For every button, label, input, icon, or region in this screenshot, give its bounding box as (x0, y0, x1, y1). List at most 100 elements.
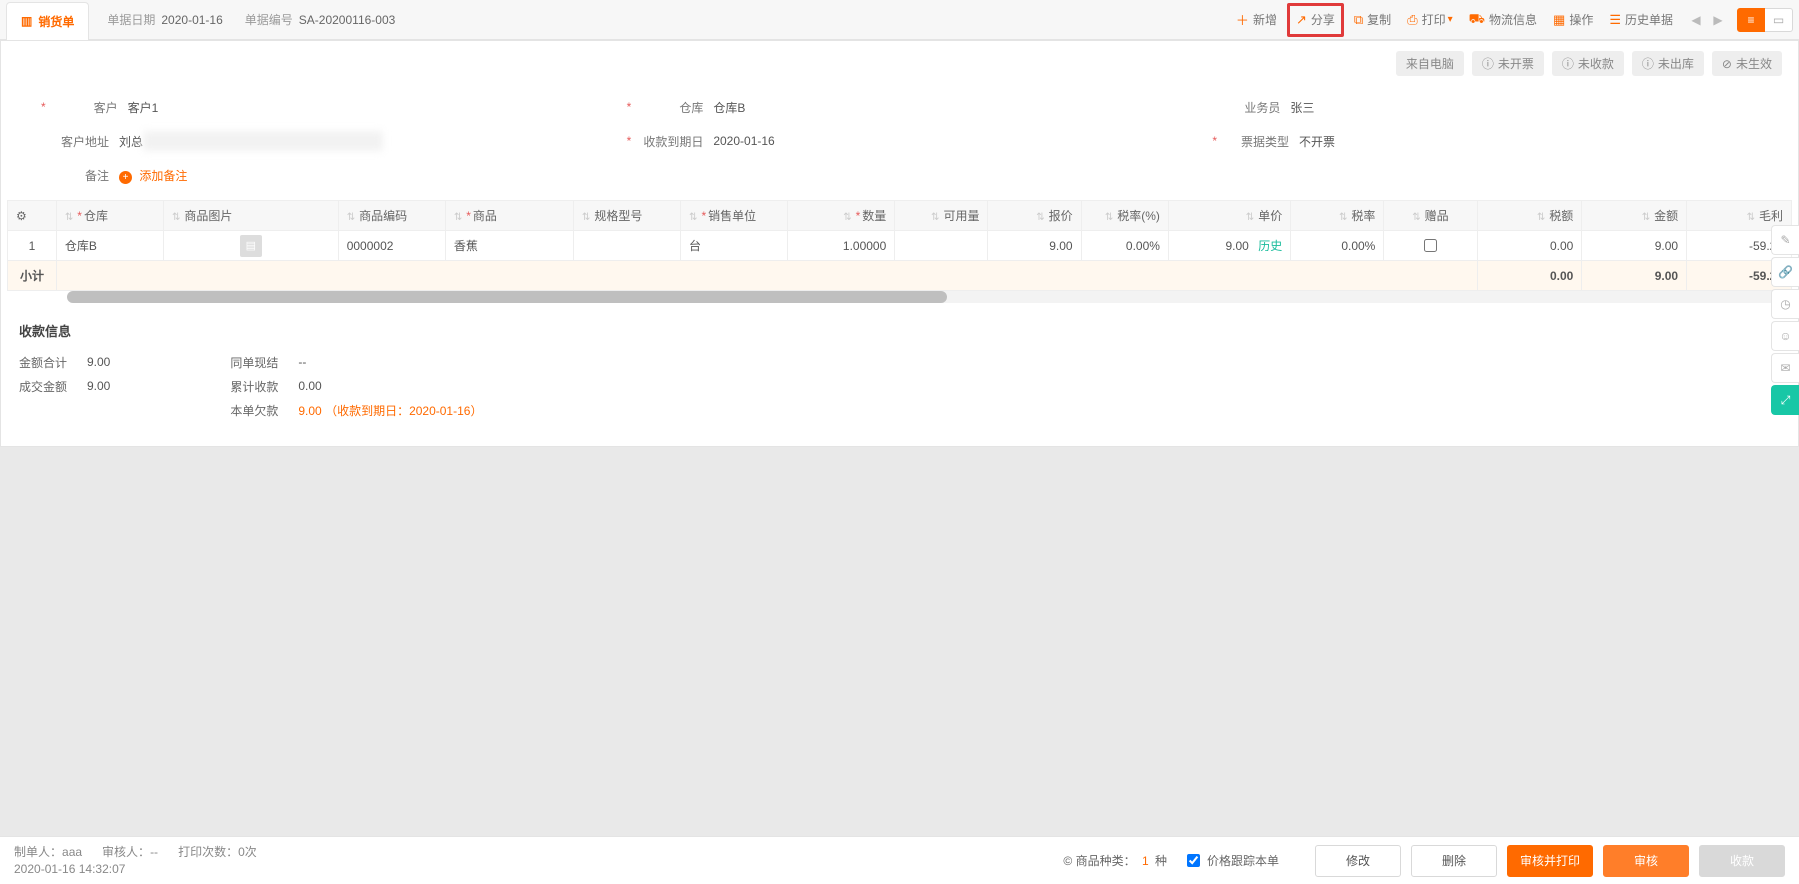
rail-user-icon[interactable]: ☺ (1771, 321, 1799, 351)
print-icon: ⎙ (1407, 12, 1417, 28)
paydue-value[interactable]: 2020-01-16 (713, 134, 774, 148)
view-card[interactable]: ▭ (1765, 8, 1793, 32)
operate-button[interactable]: ▦ 操作 (1545, 6, 1601, 34)
owe-amount: 9.00 （收款到期日：2020-01-16） (298, 402, 482, 419)
col-spec[interactable]: ⇅规格型号 (573, 201, 680, 231)
price-history-link[interactable]: 历史 (1258, 239, 1282, 253)
col-gift[interactable]: ⇅赠品 (1384, 201, 1477, 231)
share-button[interactable]: ↗ 分享 (1287, 3, 1344, 37)
edit-button[interactable]: 修改 (1315, 845, 1401, 877)
plus-icon: ＋ (1236, 10, 1249, 29)
plus-circle-icon: + (119, 171, 132, 184)
gear-icon: ⚙ (16, 209, 27, 223)
history-button[interactable]: ☰ 历史单据 (1601, 6, 1681, 34)
badge-inactive: ⊘ 未生效 (1712, 51, 1782, 76)
price-follow-checkbox[interactable]: 价格跟踪本单 (1183, 851, 1279, 870)
share-icon: ↗ (1296, 12, 1307, 28)
customer-value[interactable]: 客户1 (128, 99, 159, 116)
delete-button[interactable]: 删除 (1411, 845, 1497, 877)
field-address: 客户地址 刘总 (41, 124, 587, 158)
view-detail[interactable]: ≡ (1737, 8, 1765, 32)
gift-checkbox[interactable] (1424, 239, 1437, 252)
col-settings[interactable]: ⚙ (8, 201, 57, 231)
rail-clock-icon[interactable]: ◷ (1771, 289, 1799, 319)
warehouse-value[interactable]: 仓库B (713, 99, 745, 116)
doc-tab-title: 销货单 (38, 13, 74, 30)
table-row[interactable]: 1 仓库B ▤ 0000002 香蕉 台 1.00000 9.00 0.00% … (8, 231, 1792, 261)
doc-icon: ▥ (21, 14, 32, 28)
chevron-down-icon: ▾ (1448, 14, 1453, 25)
col-product[interactable]: ⇅*商品 (445, 201, 573, 231)
doc-form: * 客户 客户1 * 仓库 仓库B 业务员 张三 客户地址 刘总 * 收款到期日… (1, 76, 1798, 200)
doc-no-value: SA-20200116-003 (299, 13, 396, 27)
field-salesman: 业务员 张三 (1212, 90, 1758, 124)
logistics-button[interactable]: ⛟ 物流信息 (1461, 6, 1545, 34)
payment-title: 收款信息 (19, 321, 1780, 340)
field-paydue: * 收款到期日 2020-01-16 (627, 124, 1173, 158)
rail-chat-icon[interactable]: ✉ (1771, 353, 1799, 383)
view-toggle: ≡ ▭ (1737, 8, 1793, 32)
new-button[interactable]: ＋ 新增 (1228, 6, 1285, 34)
add-remark-button[interactable]: + 添加备注 (119, 167, 187, 184)
invoice-value[interactable]: 不开票 (1299, 133, 1335, 150)
field-warehouse: * 仓库 仓库B (627, 90, 1173, 124)
image-thumb[interactable]: ▤ (240, 235, 262, 257)
main-panel: 来自电脑 ⓘ 未开票 ⓘ 未收款 ⓘ 未出库 ⊘ 未生效 * 客户 客户1 * … (0, 40, 1799, 447)
horizontal-scrollbar[interactable] (7, 291, 1792, 305)
print-button[interactable]: ⎙ 打印 ▾ (1399, 6, 1460, 34)
audit-button[interactable]: 审核 (1603, 845, 1689, 877)
info-icon: ⓘ (1642, 55, 1654, 72)
rail-expand-icon[interactable]: ⤢ (1771, 385, 1799, 415)
info-icon: ⓘ (1482, 55, 1494, 72)
list-icon: ☰ (1609, 12, 1621, 28)
forbid-icon: ⊘ (1722, 57, 1732, 71)
record-nav: ◀ ▶ (1685, 9, 1729, 31)
blurred-region (143, 131, 383, 151)
footer-actions: 修改 删除 审核并打印 审核 收款 (1315, 845, 1785, 877)
toolbar: ＋ 新增 ↗ 分享 ⧉ 复制 ⎙ 打印 ▾ ⛟ 物流信息 ▦ 操作 ☰ 历史单据 (1228, 3, 1793, 37)
product-kinds: © 商品种类： 1 种 (1063, 852, 1167, 869)
doc-date-value: 2020-01-16 (161, 13, 222, 27)
rail-link-icon[interactable]: 🔗 (1771, 257, 1799, 287)
audit-print-button[interactable]: 审核并打印 (1507, 845, 1593, 877)
receive-button[interactable]: 收款 (1699, 845, 1785, 877)
col-taxrate[interactable]: ⇅税率 (1291, 201, 1384, 231)
payment-section: 收款信息 金额合计9.00 成交金额9.00 同单现结-- 累计收款0.00 本… (1, 305, 1798, 446)
prev-record[interactable]: ◀ (1685, 9, 1707, 31)
field-invoice: * 票据类型 不开票 (1212, 124, 1758, 158)
footer-bar: 制单人：aaa 审核人：-- 打印次数：0次 2020-01-16 14:32:… (0, 836, 1799, 884)
doc-tab[interactable]: ▥ 销货单 (6, 2, 89, 40)
col-code[interactable]: ⇅商品编码 (338, 201, 445, 231)
col-qty[interactable]: ⇅*数量 (788, 201, 895, 231)
col-price[interactable]: ⇅单价 (1168, 201, 1290, 231)
col-avail[interactable]: ⇅可用量 (895, 201, 988, 231)
copy-icon: ⧉ (1354, 12, 1363, 28)
col-warehouse[interactable]: ⇅*仓库 (56, 201, 163, 231)
footer-meta: 制单人：aaa 审核人：-- 打印次数：0次 2020-01-16 14:32:… (14, 844, 257, 878)
grid-icon: ▦ (1553, 12, 1565, 28)
next-record[interactable]: ▶ (1707, 9, 1729, 31)
badge-uninvoiced: ⓘ 未开票 (1472, 51, 1544, 76)
badge-unpaid: ⓘ 未收款 (1552, 51, 1624, 76)
subtotal-row: 小计 0.00 9.00 -59.21 (8, 261, 1792, 291)
doc-date-label: 单据日期 (107, 11, 155, 28)
copy-button[interactable]: ⧉ 复制 (1346, 6, 1399, 34)
rail-note-icon[interactable]: ✎ (1771, 225, 1799, 255)
info-icon: ⓘ (1562, 55, 1574, 72)
col-taxamount[interactable]: ⇅税额 (1477, 201, 1582, 231)
status-badges: 来自电脑 ⓘ 未开票 ⓘ 未收款 ⓘ 未出库 ⊘ 未生效 (1, 41, 1798, 76)
truck-icon: ⛟ (1469, 11, 1485, 29)
col-image[interactable]: ⇅商品图片 (164, 201, 339, 231)
salesman-value[interactable]: 张三 (1290, 99, 1314, 116)
col-discount[interactable]: ⇅税率(%) (1081, 201, 1168, 231)
col-quote[interactable]: ⇅报价 (988, 201, 1081, 231)
side-rail: ✎ 🔗 ◷ ☺ ✉ ⤢ (1771, 225, 1799, 415)
badge-source: 来自电脑 (1396, 51, 1464, 76)
col-unit[interactable]: ⇅*销售单位 (681, 201, 788, 231)
col-amount[interactable]: ⇅金额 (1582, 201, 1687, 231)
doc-meta: 单据日期 2020-01-16 单据编号 SA-20200116-003 (107, 11, 417, 28)
address-value[interactable]: 刘总 (119, 133, 143, 150)
badge-unstocked: ⓘ 未出库 (1632, 51, 1704, 76)
line-items-table: ⚙ ⇅*仓库 ⇅商品图片 ⇅商品编码 ⇅*商品 ⇅规格型号 ⇅*销售单位 ⇅*数… (1, 200, 1798, 291)
field-customer: * 客户 客户1 (41, 90, 587, 124)
